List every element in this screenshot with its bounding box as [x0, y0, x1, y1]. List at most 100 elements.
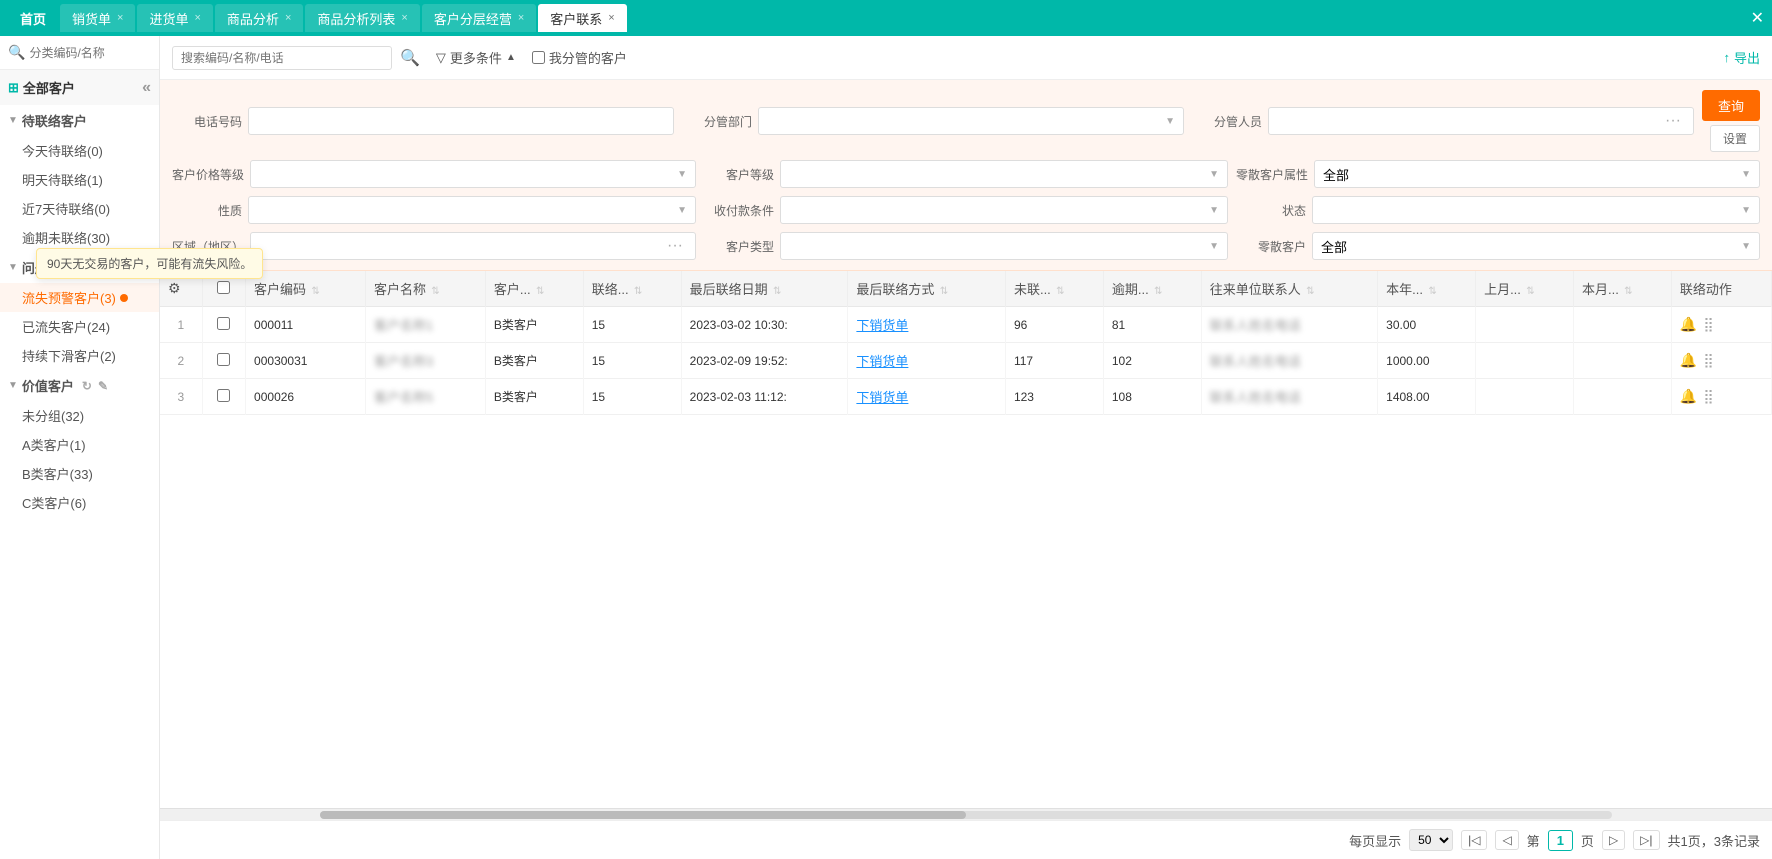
th-this-year-sort[interactable]: ⇅ — [1428, 286, 1436, 297]
last-method-link-0[interactable]: 下销货单 — [856, 318, 908, 333]
first-page-btn[interactable]: |◁ — [1461, 830, 1487, 850]
th-last-month-sort[interactable]: ⇅ — [1526, 286, 1534, 297]
sidebar-collapse-btn[interactable]: « — [142, 79, 151, 97]
row-checkbox-1[interactable] — [217, 353, 230, 366]
cell-contact-person-2: 联系人姓名电话 — [1201, 379, 1377, 415]
sidebar-item-churn-warning[interactable]: 流失预警客户(3) — [0, 283, 159, 312]
th-contact-person-sort[interactable]: ⇅ — [1306, 286, 1314, 297]
select-all-checkbox[interactable] — [217, 281, 230, 294]
sidebar-group-value-title[interactable]: ▼ 价值客户 ↻ ✎ — [0, 370, 159, 401]
product-analysis-tab-close[interactable]: × — [285, 12, 291, 24]
th-contact-count-sort[interactable]: ⇅ — [634, 286, 642, 297]
customer-tier-tab-close[interactable]: × — [518, 12, 524, 24]
nav-tab-product-analysis[interactable]: 商品分析 × — [215, 4, 303, 32]
price-tier-select[interactable]: ▼ — [250, 160, 696, 188]
row-checkbox-0[interactable] — [217, 317, 230, 330]
customer-tier-select[interactable]: ▼ — [780, 160, 1228, 188]
table-settings-icon[interactable]: ⚙ — [168, 280, 181, 296]
th-this-year-label: 本年... — [1386, 282, 1423, 297]
region-dots[interactable]: ··· — [663, 237, 687, 255]
th-customer-type-sort[interactable]: ⇅ — [536, 286, 544, 297]
sidebar-item-declining[interactable]: 持续下滑客户(2) — [0, 341, 159, 370]
contact-action-icon-0[interactable]: 🔔 — [1680, 316, 1697, 333]
contact-action-icon-1[interactable]: 🔔 — [1680, 352, 1697, 369]
person-select[interactable]: ··· — [1268, 107, 1694, 135]
nav-tab-sales[interactable]: 销货单 × — [60, 4, 135, 32]
per-page-select[interactable]: 50 — [1409, 829, 1453, 851]
sidebar-item-7day-pending[interactable]: 近7天待联络(0) — [0, 194, 159, 223]
th-name-sort[interactable]: ⇅ — [431, 286, 439, 297]
nav-tab-home[interactable]: 首页 — [8, 4, 58, 32]
last-method-link-2[interactable]: 下销货单 — [856, 390, 908, 405]
customer-type-arrow: ▼ — [1209, 241, 1219, 252]
sidebar-item-class-a[interactable]: A类客户(1) — [0, 430, 159, 459]
value-group-edit[interactable]: ✎ — [98, 379, 108, 393]
sidebar-item-class-c[interactable]: C类客户(6) — [0, 488, 159, 517]
horizontal-scrollbar[interactable] — [160, 808, 1772, 820]
th-last-contact-method-sort[interactable]: ⇅ — [940, 286, 948, 297]
more-action-icon-0[interactable]: ⣿ — [1703, 316, 1713, 333]
region-select[interactable]: ··· — [250, 232, 696, 260]
customer-tier-field: 客户等级 ▼ — [704, 160, 1228, 188]
person-dots[interactable]: ··· — [1661, 112, 1685, 130]
prev-page-btn[interactable]: ◁ — [1495, 830, 1518, 850]
value-group-refresh[interactable]: ↻ — [82, 379, 92, 393]
sidebar-header[interactable]: ⊞ 全部客户 « — [0, 70, 159, 105]
product-analysis-list-tab-close[interactable]: × — [401, 12, 407, 24]
more-action-icon-1[interactable]: ⣿ — [1703, 352, 1713, 369]
dept-label: 分管部门 — [682, 113, 752, 130]
customer-type-select[interactable]: ▼ — [780, 232, 1228, 260]
cell-last-method-0: 下销货单 — [848, 307, 1006, 343]
th-actions-label: 联络动作 — [1680, 282, 1732, 297]
th-last-contact-date-sort[interactable]: ⇅ — [773, 286, 781, 297]
window-close-btn[interactable]: ✕ — [1751, 8, 1764, 28]
sidebar-item-class-b[interactable]: B类客户(33) — [0, 459, 159, 488]
sidebar-item-today-pending[interactable]: 今天待联络(0) — [0, 136, 159, 165]
th-overdue-sort[interactable]: ⇅ — [1154, 286, 1162, 297]
nav-tab-product-analysis-list[interactable]: 商品分析列表 × — [305, 4, 419, 32]
last-method-link-1[interactable]: 下销货单 — [856, 354, 908, 369]
customer-tier-label: 客户等级 — [704, 166, 774, 183]
retail-attr-select[interactable]: 全部 ▼ — [1314, 160, 1760, 188]
th-unlocked-sort[interactable]: ⇅ — [1056, 286, 1064, 297]
next-page-btn[interactable]: ▷ — [1602, 830, 1625, 850]
dept-select[interactable]: ▼ — [758, 107, 1184, 135]
more-conditions-btn[interactable]: ▽ 更多条件 ▲ — [428, 44, 524, 71]
search-btn[interactable]: 🔍 — [400, 48, 420, 68]
sidebar-search-input[interactable] — [29, 46, 160, 60]
status-label: 状态 — [1236, 202, 1306, 219]
th-code-sort[interactable]: ⇅ — [311, 286, 319, 297]
row-checkbox-2[interactable] — [217, 389, 230, 402]
search-input[interactable] — [172, 46, 392, 70]
sidebar-item-ungrouped[interactable]: 未分组(32) — [0, 401, 159, 430]
export-btn[interactable]: ↑ 导出 — [1723, 48, 1760, 67]
filter-row-4: 区域（地区） ··· 客户类型 ▼ 零散客户 全部 — [172, 232, 1760, 260]
last-page-btn[interactable]: ▷| — [1633, 830, 1659, 850]
person-field: 分管人员 ··· — [1192, 107, 1694, 135]
sidebar-item-churned[interactable]: 已流失客户(24) — [0, 312, 159, 341]
payment-select[interactable]: ▼ — [780, 196, 1228, 224]
customer-contact-tab-close[interactable]: × — [608, 12, 614, 24]
status-select[interactable]: ▼ — [1312, 196, 1760, 224]
nav-tab-purchase[interactable]: 进货单 × — [137, 4, 212, 32]
nav-tab-customer-tier[interactable]: 客户分层经营 × — [422, 4, 536, 32]
cell-checkbox-1 — [202, 343, 245, 379]
query-btn[interactable]: 查询 — [1702, 90, 1760, 121]
my-customers-checkbox[interactable] — [532, 51, 545, 64]
dept-field: 分管部门 ▼ — [682, 107, 1184, 135]
sidebar-group-pending-title[interactable]: ▼ 待联络客户 — [0, 105, 159, 136]
sales-tab-close[interactable]: × — [117, 12, 123, 24]
contact-action-icon-2[interactable]: 🔔 — [1680, 388, 1697, 405]
nav-tab-customer-contact[interactable]: 客户联系 × — [538, 4, 626, 32]
cell-overdue-1: 102 — [1103, 343, 1201, 379]
my-customers-label: 我分管的客户 — [549, 48, 627, 67]
retail-customer-select[interactable]: 全部 ▼ — [1312, 232, 1760, 260]
more-action-icon-2[interactable]: ⣿ — [1703, 388, 1713, 405]
sidebar-item-tomorrow-pending[interactable]: 明天待联络(1) — [0, 165, 159, 194]
purchase-tab-close[interactable]: × — [194, 12, 200, 24]
phone-input[interactable] — [248, 107, 674, 135]
cell-contact-count-2: 15 — [583, 379, 681, 415]
nature-select[interactable]: ▼ — [248, 196, 696, 224]
th-this-month-sort[interactable]: ⇅ — [1624, 286, 1632, 297]
settings-btn[interactable]: 设置 — [1710, 125, 1760, 152]
